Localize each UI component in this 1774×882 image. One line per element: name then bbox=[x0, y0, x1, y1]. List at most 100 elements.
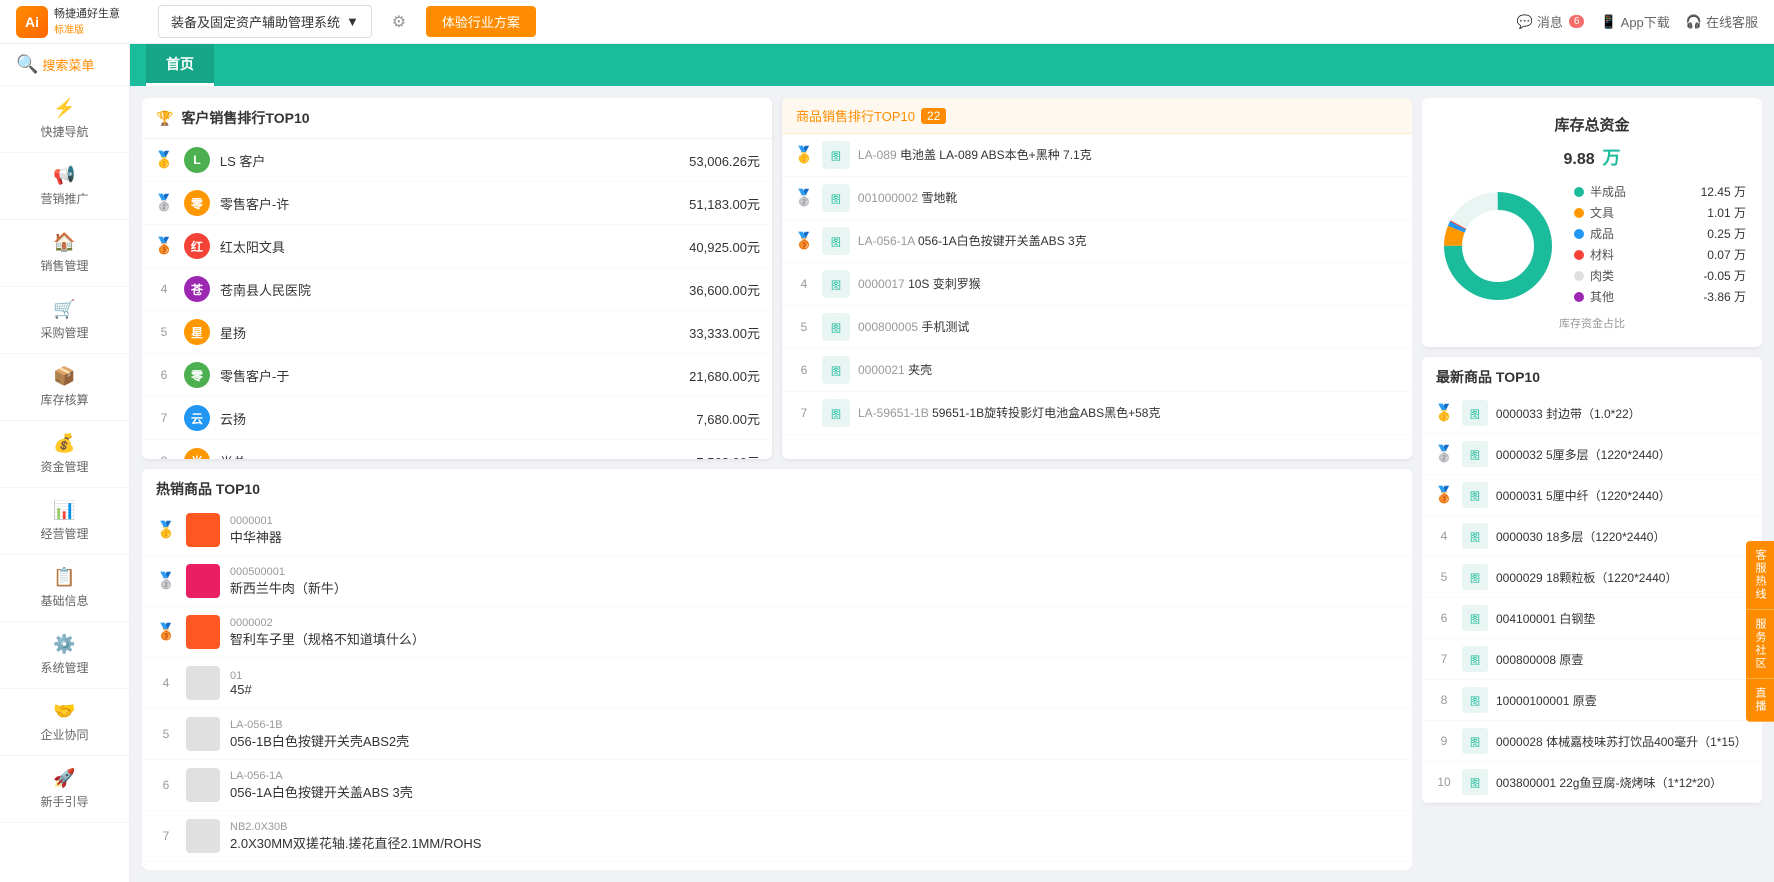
new-product-item[interactable]: 7 图 000800008 原壹 bbox=[1422, 639, 1762, 680]
rank-number: 7 bbox=[154, 411, 174, 425]
float-button-0[interactable]: 客服热线 bbox=[1746, 541, 1774, 610]
sidebar-item-inventory[interactable]: 📦 库存核算 bbox=[0, 354, 129, 421]
customer-rank-item[interactable]: 6 零 零售客户-于 21,680.00元 bbox=[142, 354, 772, 397]
system-selector[interactable]: 装备及固定资产辅助管理系统 ▼ bbox=[158, 5, 372, 38]
mobile-icon: 📱 bbox=[1600, 14, 1616, 30]
product-ranking-title: 商品销售排行TOP10 bbox=[796, 106, 915, 125]
app-download-button[interactable]: 📱 App下载 bbox=[1600, 12, 1669, 31]
sidebar-item-basic-info[interactable]: 📋 基础信息 bbox=[0, 555, 129, 622]
sidebar-item-sales[interactable]: 🏠 销售管理 bbox=[0, 220, 129, 287]
new-product-item[interactable]: 6 图 004100001 白钢垫 bbox=[1422, 598, 1762, 639]
sidebar-item-quick-nav[interactable]: ⚡ 快捷导航 bbox=[0, 86, 129, 153]
donut-chart bbox=[1438, 186, 1558, 306]
customer-rank-item[interactable]: 8 尚 尚总 7,563.00元 bbox=[142, 440, 772, 459]
float-button-2[interactable]: 直播 bbox=[1746, 679, 1774, 722]
customer-rank-item[interactable]: 🥇 L LS 客户 53,006.26元 bbox=[142, 139, 772, 182]
customer-amount: 40,925.00元 bbox=[689, 237, 760, 256]
hot-product-image bbox=[186, 513, 220, 547]
search-icon: 🔍 bbox=[16, 54, 38, 75]
new-product-item[interactable]: 5 图 0000029 18颗粒板（1220*2440） bbox=[1422, 557, 1762, 598]
product-rank-item[interactable]: 🥇 图 LA-089 电池盖 LA-089 ABS本色+黑种 7.1克 bbox=[782, 134, 1412, 177]
product-rank-item[interactable]: 6 图 0000021 夹壳 bbox=[782, 349, 1412, 392]
product-rank-item[interactable]: 🥈 图 001000002 雪地靴 bbox=[782, 177, 1412, 220]
inventory-sub-label: 库存资金占比 bbox=[1438, 315, 1746, 331]
new-product-name: 原壹 bbox=[1573, 694, 1597, 708]
hot-product-item[interactable]: 7 NB2.0X30B 2.0X30MM双搓花轴.搓花直径2.1MM/ROHS bbox=[142, 811, 1412, 862]
main-layout: 🔍 搜索菜单 ⚡ 快捷导航 📢 营销推广 🏠 销售管理 🛒 采购管理 📦 库存核… bbox=[0, 44, 1774, 882]
new-product-item[interactable]: 🥈 图 0000032 5厘多层（1220*2440） bbox=[1422, 434, 1762, 475]
hot-product-item[interactable]: 8 0000011 12070519-xs bbox=[142, 862, 1412, 870]
new-product-image: 图 bbox=[1462, 523, 1488, 549]
product-info: 000800005 手机测试 bbox=[858, 319, 1400, 336]
hot-product-item[interactable]: 6 LA-056-1A 056-1A白色按键开关盖ABS 3壳 bbox=[142, 760, 1412, 811]
bronze-medal-icon: 🥉 bbox=[156, 622, 176, 642]
new-product-image: 图 bbox=[1462, 564, 1488, 590]
new-product-item[interactable]: 8 图 10000100001 原壹 bbox=[1422, 680, 1762, 721]
rank-number: 4 bbox=[1434, 529, 1454, 543]
new-product-code: 0000028 bbox=[1496, 735, 1543, 749]
product-image: 图 bbox=[822, 184, 850, 212]
hot-product-item[interactable]: 🥇 0000001 中华神器 bbox=[142, 505, 1412, 556]
trial-button[interactable]: 体验行业方案 bbox=[426, 6, 536, 37]
hot-product-item[interactable]: 🥈 000500001 新西兰牛肉（新牛） bbox=[142, 556, 1412, 607]
float-button-1[interactable]: 服务社区 bbox=[1746, 610, 1774, 679]
sidebar-item-operation[interactable]: 📊 经营管理 bbox=[0, 488, 129, 555]
customer-avatar: 苍 bbox=[184, 276, 210, 302]
hot-product-item[interactable]: 🥉 0000002 智利车子里（规格不知道填什么） bbox=[142, 607, 1412, 658]
legend-value: 1.01 万 bbox=[1707, 204, 1746, 221]
product-code: LA-089 bbox=[858, 148, 897, 162]
product-rank-item[interactable]: 4 图 0000017 10S 变刺罗猴 bbox=[782, 263, 1412, 306]
product-name: 10S 变刺罗猴 bbox=[908, 277, 981, 291]
sidebar-item-finance[interactable]: 💰 资金管理 bbox=[0, 421, 129, 488]
customer-rank-item[interactable]: 7 云 云扬 7,680.00元 bbox=[142, 397, 772, 440]
new-product-image: 图 bbox=[1462, 646, 1488, 672]
new-product-item[interactable]: 10 图 003800001 22g鱼豆腐-烧烤味（1*12*20） bbox=[1422, 762, 1762, 803]
sidebar-item-purchase[interactable]: 🛒 采购管理 bbox=[0, 287, 129, 354]
tab-home[interactable]: 首页 bbox=[146, 44, 214, 86]
new-product-name: 5厘多层（1220*2440） bbox=[1546, 448, 1671, 462]
customer-amount: 33,333.00元 bbox=[689, 323, 760, 342]
sidebar-item-system[interactable]: ⚙️ 系统管理 bbox=[0, 622, 129, 689]
silver-medal-icon: 🥈 bbox=[794, 188, 814, 208]
donut-legend: 半成品 12.45 万 文具 1.01 万 成品 0.25 万 材料 0.07 … bbox=[1574, 183, 1746, 309]
customer-rank-item[interactable]: 4 苍 苍南县人民医院 36,600.00元 bbox=[142, 268, 772, 311]
new-product-info: 004100001 白钢垫 bbox=[1496, 610, 1750, 627]
sidebar-item-marketing[interactable]: 📢 营销推广 bbox=[0, 153, 129, 220]
new-product-name: 18颗粒板（1220*2440） bbox=[1546, 571, 1677, 585]
sidebar-item-enterprise[interactable]: 🤝 企业协同 bbox=[0, 689, 129, 756]
sidebar-item-search[interactable]: 🔍 搜索菜单 bbox=[0, 44, 129, 86]
settings-button[interactable]: ⚙ bbox=[384, 7, 414, 37]
product-ranking-card: 商品销售排行TOP10 22 🥇 图 LA-089 电池盖 LA-089 ABS… bbox=[782, 98, 1412, 459]
new-product-image: 图 bbox=[1462, 482, 1488, 508]
legend-label: 半成品 bbox=[1590, 183, 1695, 200]
hot-product-name: 中华神器 bbox=[230, 527, 1398, 546]
new-product-list: 🥇 图 0000033 封边带（1.0*22） 🥈 图 0000032 5厘多层… bbox=[1422, 393, 1762, 803]
hot-product-item[interactable]: 4 01 45# bbox=[142, 658, 1412, 709]
logo-area: Ai 畅捷通好生意 标准版 bbox=[16, 6, 146, 38]
product-rank-item[interactable]: 7 图 LA-59651-1B 59651-1B旋转投影灯电池盒ABS黑色+58… bbox=[782, 392, 1412, 435]
content-area: 首页 🏆 客户销售排行TOP10 🥇 L LS 客户 53,006.26元 bbox=[130, 44, 1774, 882]
sidebar-item-guide[interactable]: 🚀 新手引导 bbox=[0, 756, 129, 823]
customer-rank-item[interactable]: 5 星 星扬 33,333.00元 bbox=[142, 311, 772, 354]
new-product-item[interactable]: 4 图 0000030 18多层（1220*2440） bbox=[1422, 516, 1762, 557]
product-rank-item[interactable]: 🥉 图 LA-056-1A 056-1A白色按键开关盖ABS 3克 bbox=[782, 220, 1412, 263]
new-product-item[interactable]: 9 图 0000028 体械嘉枝味苏打饮品400毫升（1*15） bbox=[1422, 721, 1762, 762]
new-product-item[interactable]: 🥇 图 0000033 封边带（1.0*22） bbox=[1422, 393, 1762, 434]
rank-number: 8 bbox=[1434, 693, 1454, 707]
product-image: 图 bbox=[822, 313, 850, 341]
message-button[interactable]: 💬 消息 6 bbox=[1517, 12, 1585, 31]
product-code: LA-056-1A bbox=[858, 234, 915, 248]
product-code: LA-59651-1B bbox=[858, 406, 929, 420]
new-product-item[interactable]: 🥉 图 0000031 5厘中纤（1220*2440） bbox=[1422, 475, 1762, 516]
rank-number: 8 bbox=[154, 454, 174, 459]
online-service-button[interactable]: 🎧 在线客服 bbox=[1686, 12, 1758, 31]
hot-product-item[interactable]: 5 LA-056-1B 056-1B白色按键开关壳ABS2壳 bbox=[142, 709, 1412, 760]
customer-rank-item[interactable]: 🥈 零 零售客户-许 51,183.00元 bbox=[142, 182, 772, 225]
product-ranking-badge: 22 bbox=[921, 108, 946, 124]
product-info: 0000021 夹壳 bbox=[858, 362, 1400, 379]
customer-avatar: 星 bbox=[184, 319, 210, 345]
product-name: 夹壳 bbox=[908, 363, 932, 377]
customer-rank-item[interactable]: 🥉 红 红太阳文具 40,925.00元 bbox=[142, 225, 772, 268]
customer-name: 红太阳文具 bbox=[220, 237, 679, 256]
product-rank-item[interactable]: 5 图 000800005 手机测试 bbox=[782, 306, 1412, 349]
